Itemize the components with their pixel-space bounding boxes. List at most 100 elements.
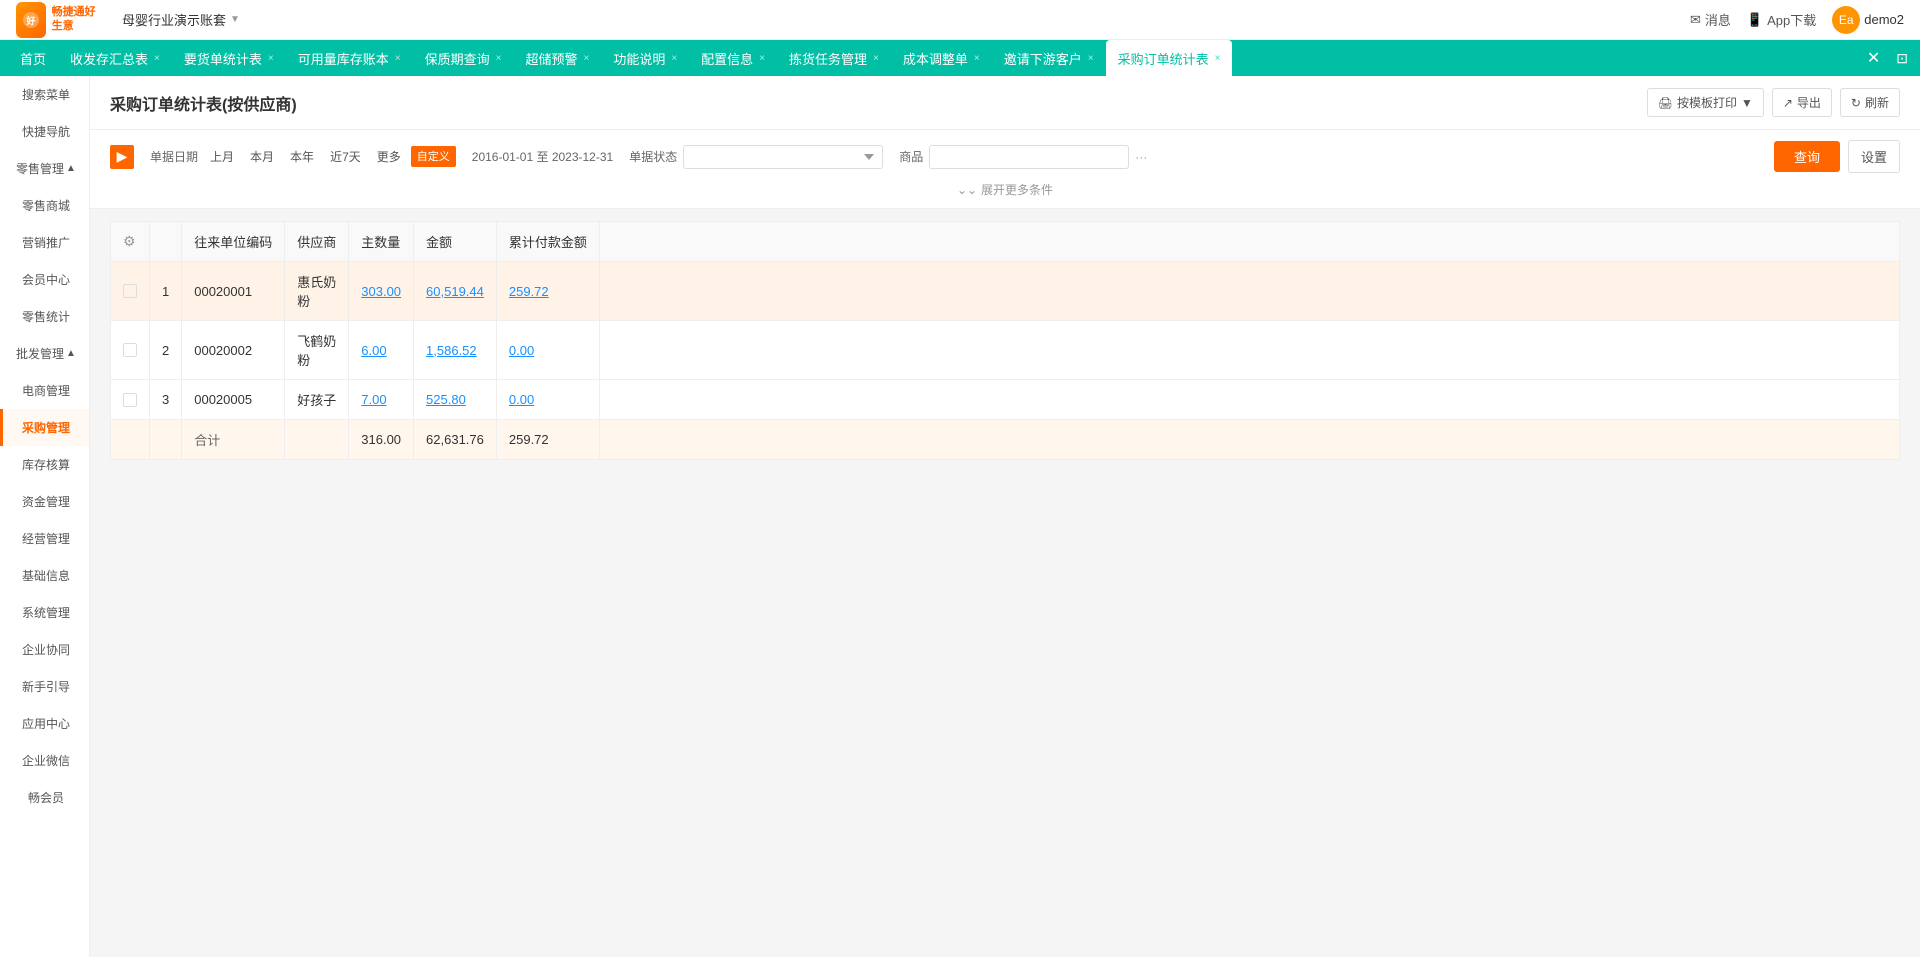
sidebar-item-app-center[interactable]: 应用中心 [0, 705, 89, 742]
filter-status-select[interactable] [683, 145, 883, 169]
sidebar-item-wholesale-mgmt[interactable]: 批发管理 ▲ [0, 335, 89, 372]
table-header-quantity: 主数量 [349, 222, 414, 262]
sidebar-item-purchase-mgmt[interactable]: 采购管理 [0, 409, 89, 446]
tab-close-icon[interactable]: × [496, 53, 502, 64]
tab-close-icon[interactable]: × [1088, 53, 1094, 64]
refresh-button[interactable]: ↻ 刷新 [1840, 88, 1900, 117]
tab-close-icon[interactable]: × [154, 53, 160, 64]
sidebar-item-member[interactable]: 畅会员 [0, 779, 89, 816]
page-actions: 🖨 按模板打印 ▼ ↗ 导出 ↻ 刷新 [1647, 88, 1900, 129]
footer-checkbox-cell [111, 420, 150, 460]
expand-more-button[interactable]: ⌄⌄ 展开更多条件 [957, 181, 1053, 198]
tab-close-icon[interactable]: × [671, 53, 677, 64]
sidebar-item-ecommerce-mgmt-label: 电商管理 [22, 384, 70, 398]
filter-goods-input[interactable] [929, 145, 1129, 169]
tab-expiry-query[interactable]: 保质期查询 × [413, 40, 514, 76]
sidebar-item-system-mgmt[interactable]: 系统管理 [0, 594, 89, 631]
export-button[interactable]: ↗ 导出 [1772, 88, 1832, 117]
sidebar-item-basic-info-label: 基础信息 [22, 569, 70, 583]
tab-config-info[interactable]: 配置信息 × [689, 40, 777, 76]
row-extra [599, 321, 1899, 380]
workspace-selector[interactable]: 母婴行业演示账套 ▼ [106, 10, 1690, 29]
sidebar-item-basic-info[interactable]: 基础信息 [0, 557, 89, 594]
table-settings-icon[interactable]: ⚙ [123, 233, 136, 249]
sidebar-item-search[interactable]: 搜索菜单 [0, 76, 89, 113]
tab-window-maximize-icon[interactable]: ⊡ [1892, 46, 1912, 71]
print-button[interactable]: 🖨 按模板打印 ▼ [1647, 88, 1764, 117]
sidebar-item-enterprise-coop[interactable]: 企业协同 [0, 631, 89, 668]
tab-close-icon[interactable]: × [583, 53, 589, 64]
filter-last-month-btn[interactable]: 上月 [204, 146, 240, 167]
sidebar-item-operation-mgmt[interactable]: 经营管理 [0, 520, 89, 557]
tab-purchase-order-stats[interactable]: 采购订单统计表 × [1106, 40, 1233, 76]
sidebar-item-ecommerce-mgmt[interactable]: 电商管理 [0, 372, 89, 409]
filter-this-month-btn[interactable]: 本月 [244, 146, 280, 167]
row-checkbox-cell[interactable] [111, 262, 150, 321]
row-quantity[interactable]: 7.00 [349, 380, 414, 420]
table-header-settings[interactable]: ⚙ [111, 222, 150, 262]
sidebar-item-retail-stats[interactable]: 零售统计 [0, 298, 89, 335]
tab-function-desc[interactable]: 功能说明 × [601, 40, 689, 76]
tab-close-icon[interactable]: × [395, 53, 401, 64]
tab-home[interactable]: 首页 [8, 40, 58, 76]
filter-expand-button[interactable]: ▶ [110, 145, 134, 169]
footer-paid-amount-cell: 259.72 [496, 420, 599, 460]
row-checkbox-cell[interactable] [111, 380, 150, 420]
footer-label-cell: 合计 [182, 420, 285, 460]
row-checkbox[interactable] [123, 393, 137, 407]
tab-close-icon[interactable]: × [1215, 53, 1221, 64]
sidebar-item-marketing[interactable]: 营销推广 [0, 224, 89, 261]
sidebar-item-quick-nav[interactable]: 快捷导航 [0, 113, 89, 150]
tab-close-icon[interactable]: × [974, 53, 980, 64]
sidebar-item-enterprise-wechat[interactable]: 企业微信 [0, 742, 89, 779]
tab-cost-adjust[interactable]: 成本调整单 × [891, 40, 992, 76]
tab-close-icon[interactable]: × [759, 53, 765, 64]
sidebar-item-stock-check[interactable]: 库存核算 [0, 446, 89, 483]
sidebar-item-member-center[interactable]: 会员中心 [0, 261, 89, 298]
sidebar-item-finance-mgmt-label: 资金管理 [22, 495, 70, 509]
tab-batch-task[interactable]: 拣货任务管理 × [777, 40, 891, 76]
tab-overstock-alert[interactable]: 超储预警 × [513, 40, 601, 76]
row-amount[interactable]: 525.80 [414, 380, 497, 420]
page-header: 采购订单统计表(按供应商) 🖨 按模板打印 ▼ ↗ 导出 ↻ 刷新 [90, 76, 1920, 130]
filter-last7-btn[interactable]: 近7天 [324, 146, 367, 167]
row-checkbox-cell[interactable] [111, 321, 150, 380]
row-paid-amount[interactable]: 0.00 [496, 380, 599, 420]
row-paid-amount[interactable]: 259.72 [496, 262, 599, 321]
row-quantity[interactable]: 303.00 [349, 262, 414, 321]
row-paid-amount[interactable]: 0.00 [496, 321, 599, 380]
sidebar-item-wholesale-mgmt-label: 批发管理 [16, 345, 64, 362]
row-amount[interactable]: 60,519.44 [414, 262, 497, 321]
row-checkbox[interactable] [123, 284, 137, 298]
export-label: 导出 [1797, 94, 1821, 111]
row-amount[interactable]: 1,586.52 [414, 321, 497, 380]
tab-batch-task-label: 拣货任务管理 [789, 49, 867, 68]
row-quantity[interactable]: 6.00 [349, 321, 414, 380]
tab-purchase-stats[interactable]: 要货单统计表 × [172, 40, 286, 76]
top-bar-right: ✉ 消息 📱 App下载 Ea demo2 [1690, 6, 1904, 34]
sidebar-item-finance-mgmt[interactable]: 资金管理 [0, 483, 89, 520]
search-button[interactable]: 查询 [1774, 141, 1840, 172]
filter-goods-more-icon[interactable]: ··· [1135, 150, 1147, 164]
message-btn[interactable]: ✉ 消息 [1690, 10, 1731, 29]
row-checkbox[interactable] [123, 343, 137, 357]
tab-close-icon[interactable]: × [873, 53, 879, 64]
app-download-label: App下载 [1767, 10, 1816, 29]
tab-close-icon[interactable]: × [268, 53, 274, 64]
tab-available-stock[interactable]: 可用量库存账本 × [286, 40, 413, 76]
sidebar-item-new-guide[interactable]: 新手引导 [0, 668, 89, 705]
sidebar-item-retail-shop[interactable]: 零售商城 [0, 187, 89, 224]
filter-more-date-btn[interactable]: 更多 [371, 146, 407, 167]
filter-this-year-btn[interactable]: 本年 [284, 146, 320, 167]
sidebar-item-retail-mgmt[interactable]: 零售管理 ▲ [0, 150, 89, 187]
row-extra [599, 380, 1899, 420]
avatar: Ea [1832, 6, 1860, 34]
table-footer-row: 合计 316.00 62,631.76 259.72 [111, 420, 1900, 460]
tab-receive-summary[interactable]: 收发存汇总表 × [58, 40, 172, 76]
user-area[interactable]: Ea demo2 [1832, 6, 1904, 34]
table-header-unit-code: 往来单位编码 [182, 222, 285, 262]
app-download-btn[interactable]: 📱 App下载 [1747, 10, 1816, 29]
filter-settings-button[interactable]: 设置 [1848, 140, 1900, 173]
tab-invite-downstream[interactable]: 邀请下游客户 × [992, 40, 1106, 76]
tab-window-close-icon[interactable]: ✕ [1863, 44, 1884, 72]
